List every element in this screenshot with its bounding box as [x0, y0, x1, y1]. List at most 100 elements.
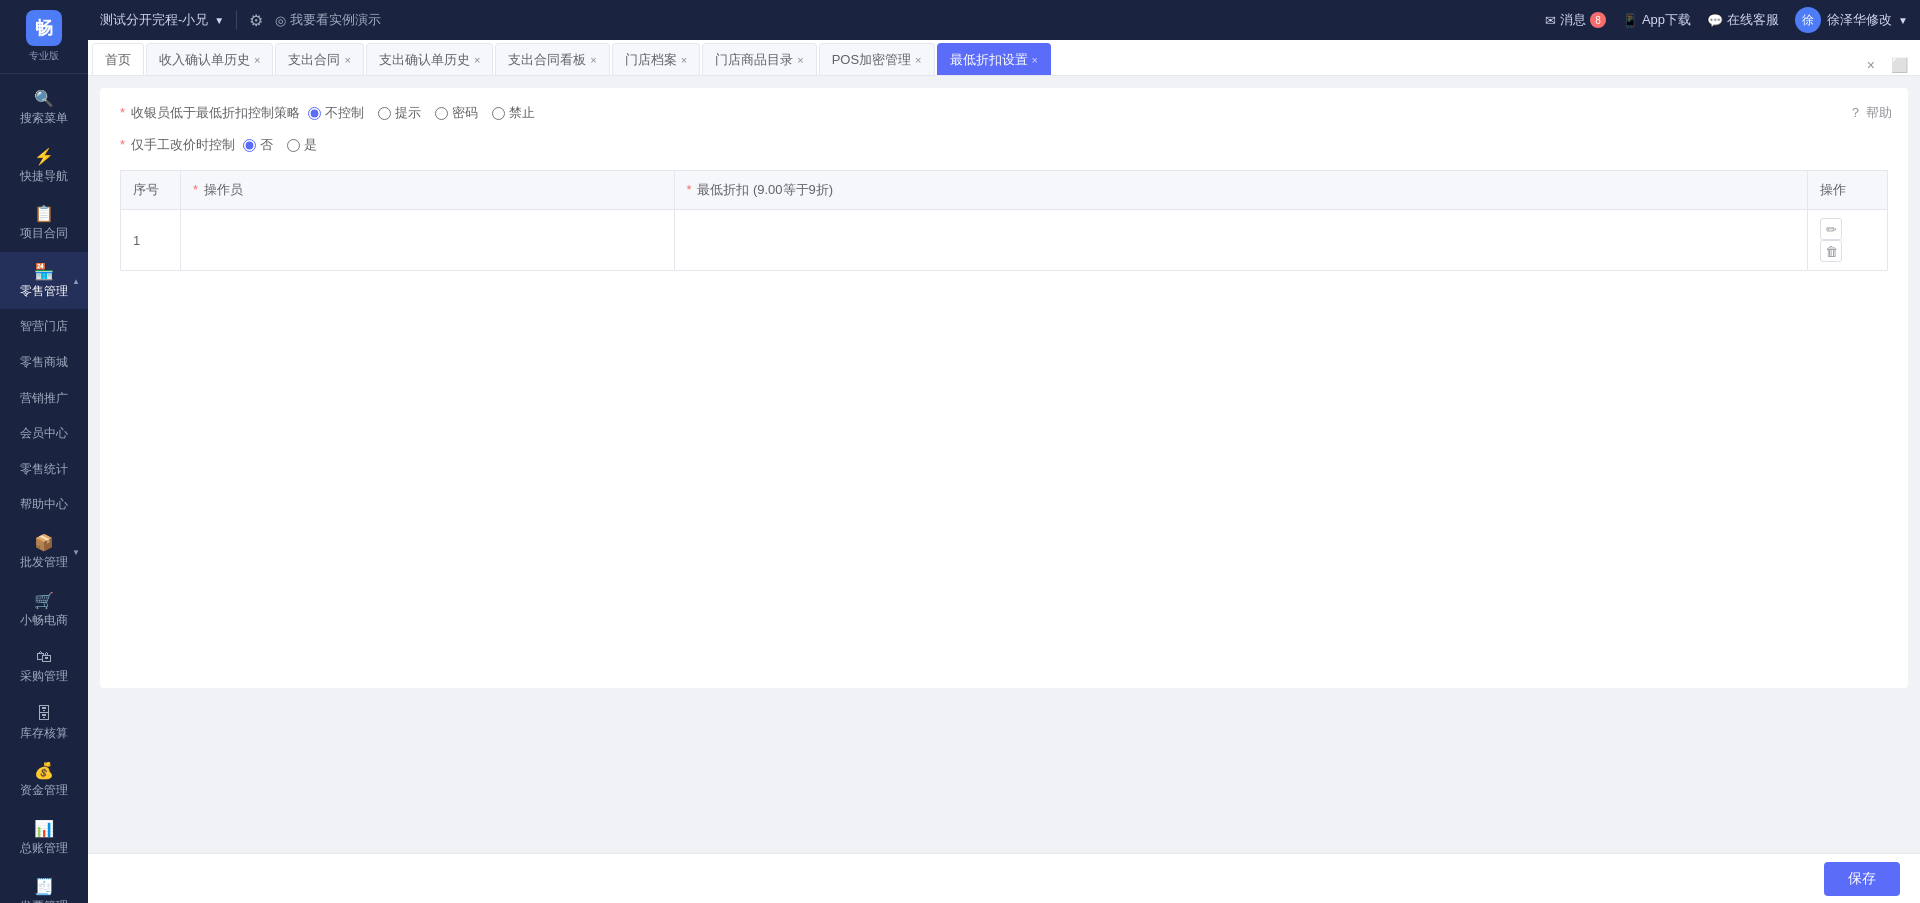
strategy-option-tip[interactable]: 提示	[378, 104, 421, 122]
ecommerce-icon: 🛒	[34, 591, 54, 610]
tab-income-confirm-close[interactable]: ×	[254, 54, 260, 66]
tab-store-products-label: 门店商品目录	[715, 51, 793, 69]
th-operator-star: *	[193, 182, 198, 197]
tab-store-file-label: 门店档案	[625, 51, 677, 69]
strategy-option-password[interactable]: 密码	[435, 104, 478, 122]
th-seq: 序号	[121, 171, 181, 210]
tab-store-products[interactable]: 门店商品目录 ×	[702, 43, 816, 75]
tab-home-label: 首页	[105, 51, 131, 69]
manual-option-no[interactable]: 否	[243, 136, 273, 154]
manual-option-yes[interactable]: 是	[287, 136, 317, 154]
tab-store-file-close[interactable]: ×	[681, 54, 687, 66]
topbar-app-download[interactable]: 📱 App下载	[1622, 11, 1691, 29]
tab-payment-board-close[interactable]: ×	[590, 54, 596, 66]
topbar-project-selector[interactable]: 测试分开完程-小兄 ▼	[100, 11, 224, 29]
topbar-settings-icon[interactable]: ⚙	[249, 11, 263, 30]
sidebar-item-retail-stats-label: 零售统计	[20, 462, 68, 478]
maximize-tab-button[interactable]: ⬜	[1887, 55, 1912, 75]
sidebar-item-wholesale-label: 批发管理	[20, 555, 68, 571]
tab-income-confirm-label: 收入确认单历史	[159, 51, 250, 69]
tab-payment-contract[interactable]: 支出合同 ×	[275, 43, 363, 75]
sidebar-item-search-label: 搜索菜单	[20, 111, 68, 127]
wholesale-icon: 📦	[34, 533, 54, 552]
tabbar: 首页 收入确认单历史 × 支出合同 × 支出确认单历史 × 支出合同看板 × 门…	[88, 40, 1920, 76]
sidebar-item-search[interactable]: 🔍 搜索菜单	[0, 79, 88, 137]
tab-payment-board[interactable]: 支出合同看板 ×	[495, 43, 609, 75]
close-tab-button[interactable]: ×	[1863, 55, 1879, 75]
help-label: 帮助	[1866, 104, 1892, 122]
sidebar-item-purchase-label: 采购管理	[20, 669, 68, 685]
sidebar-item-fund[interactable]: 💰 资金管理	[0, 751, 88, 809]
strategy-radio-none[interactable]	[308, 107, 321, 120]
project-contract-icon: 📋	[34, 204, 54, 223]
strategy-radio-password[interactable]	[435, 107, 448, 120]
tab-income-confirm[interactable]: 收入确认单历史 ×	[146, 43, 273, 75]
tab-payment-contract-label: 支出合同	[288, 51, 340, 69]
strategy-option-none[interactable]: 不控制	[308, 104, 364, 122]
sidebar-item-invoice[interactable]: 🧾 发票管理	[0, 867, 88, 904]
cell-min-discount	[674, 210, 1807, 271]
sidebar-item-inventory[interactable]: 🗄 库存核算	[0, 695, 88, 752]
manual-form-row: * 仅手工改价时控制 否 是	[120, 136, 1888, 154]
tab-home[interactable]: 首页	[92, 43, 144, 75]
discount-table: 序号 * 操作员 * 最低折扣 (9.00等于9折) 操作	[120, 170, 1888, 271]
row-delete-button[interactable]: 🗑	[1820, 240, 1842, 262]
sidebar-item-account-label: 总账管理	[20, 841, 68, 857]
tab-store-file[interactable]: 门店档案 ×	[612, 43, 700, 75]
topbar-demo-button[interactable]: ◎ 我要看实例演示	[275, 11, 381, 29]
sidebar: 畅 专业版 🔍 搜索菜单 ⚡ 快捷导航 📋 项目合同 🏪 零售管理 智营门店 零…	[0, 0, 88, 903]
sidebar-item-help-center[interactable]: 帮助中心	[0, 487, 88, 523]
search-icon: 🔍	[34, 89, 54, 108]
tab-min-discount[interactable]: 最低折扣设置 ×	[937, 43, 1051, 75]
sidebar-item-wholesale[interactable]: 📦 批发管理	[0, 523, 88, 581]
strategy-radio-ban[interactable]	[492, 107, 505, 120]
sidebar-item-member-label: 会员中心	[20, 426, 68, 442]
manual-radio-no[interactable]	[243, 139, 256, 152]
tab-payment-contract-close[interactable]: ×	[344, 54, 350, 66]
sidebar-item-project-contract[interactable]: 📋 项目合同	[0, 194, 88, 252]
help-icon-btn[interactable]: ？ 帮助	[1849, 104, 1892, 122]
strategy-radio-tip[interactable]	[378, 107, 391, 120]
sidebar-item-retail-stats[interactable]: 零售统计	[0, 452, 88, 488]
quick-nav-icon: ⚡	[34, 147, 54, 166]
tab-payment-confirm[interactable]: 支出确认单历史 ×	[366, 43, 493, 75]
tab-store-products-close[interactable]: ×	[797, 54, 803, 66]
strategy-option-ban[interactable]: 禁止	[492, 104, 535, 122]
message-label: 消息	[1560, 11, 1586, 29]
sidebar-item-member-center[interactable]: 会员中心	[0, 416, 88, 452]
th-min-discount: * 最低折扣 (9.00等于9折)	[674, 171, 1807, 210]
sidebar-item-account[interactable]: 📊 总账管理	[0, 809, 88, 867]
strategy-password-label: 密码	[452, 104, 478, 122]
topbar-messages[interactable]: ✉ 消息 8	[1545, 11, 1606, 29]
tab-pos-password-label: POS加密管理	[832, 51, 911, 69]
tab-pos-password-close[interactable]: ×	[915, 54, 921, 66]
message-badge: 8	[1590, 12, 1606, 28]
footer: 保存	[88, 853, 1920, 903]
retail-mgmt-icon: 🏪	[34, 262, 54, 281]
sidebar-item-quick-nav[interactable]: ⚡ 快捷导航	[0, 137, 88, 195]
sidebar-item-help-label: 帮助中心	[20, 497, 68, 513]
sidebar-item-fund-label: 资金管理	[20, 783, 68, 799]
sidebar-item-retail-mall[interactable]: 零售商城	[0, 345, 88, 381]
tab-min-discount-close[interactable]: ×	[1032, 54, 1038, 66]
sidebar-item-marketing[interactable]: 营销推广	[0, 381, 88, 417]
sidebar-item-ecommerce[interactable]: 🛒 小畅电商	[0, 581, 88, 639]
topbar-online-service[interactable]: 💬 在线客服	[1707, 11, 1779, 29]
app-logo-icon: 畅	[26, 10, 62, 46]
topbar-user[interactable]: 徐 徐泽华修改 ▼	[1795, 7, 1908, 33]
tab-payment-confirm-close[interactable]: ×	[474, 54, 480, 66]
cell-seq: 1	[121, 210, 181, 271]
tab-pos-password[interactable]: POS加密管理 ×	[819, 43, 935, 75]
sidebar-item-retail-mall-label: 零售商城	[20, 355, 68, 371]
sidebar-item-retail-mgmt[interactable]: 🏪 零售管理	[0, 252, 88, 310]
save-button[interactable]: 保存	[1824, 862, 1900, 896]
manual-radio-yes[interactable]	[287, 139, 300, 152]
sidebar-item-smart-store[interactable]: 智营门店	[0, 309, 88, 345]
sidebar-item-purchase[interactable]: 🛍 采购管理	[0, 638, 88, 695]
cell-action: ✏ 🗑	[1808, 210, 1888, 271]
row-edit-button[interactable]: ✏	[1820, 218, 1842, 240]
manual-radio-group: 否 是	[243, 136, 317, 154]
demo-label: 我要看实例演示	[290, 11, 381, 29]
strategy-tip-label: 提示	[395, 104, 421, 122]
strategy-ban-label: 禁止	[509, 104, 535, 122]
